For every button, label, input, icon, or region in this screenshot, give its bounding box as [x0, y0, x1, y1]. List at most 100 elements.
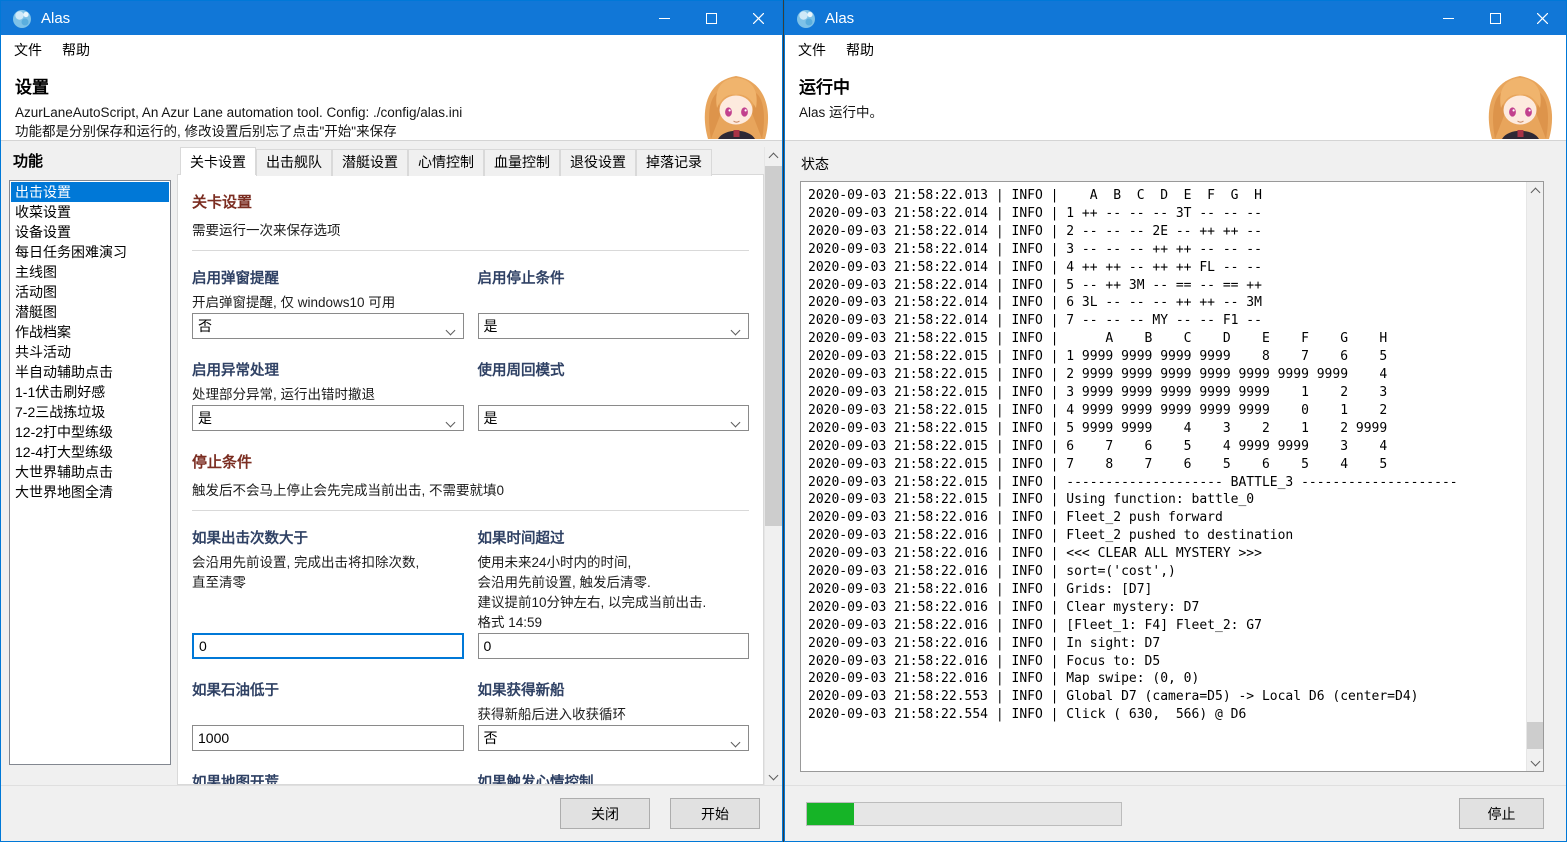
chevron-down-icon	[732, 736, 739, 752]
scroll-up-icon[interactable]	[1527, 182, 1544, 199]
dropdown-use-loop-mode[interactable]: 是	[478, 405, 750, 431]
menu-bar: 文件 帮助	[1, 35, 782, 65]
log-line: 2020-09-03 21:58:22.016 | INFO | Grids: …	[808, 581, 1523, 599]
form-section: 关卡设置需要运行一次来保存选项	[192, 191, 749, 251]
field-label: 如果时间超过	[478, 527, 750, 548]
log-line: 2020-09-03 21:58:22.015 | INFO | 5 9999 …	[808, 420, 1523, 438]
form-row: 如果出击次数大于会沿用先前设置, 完成出击将扣除次数, 直至清零 0 如果时间超过使…	[192, 527, 749, 659]
form-field-if-map-reach: 如果地图开荒	[192, 771, 464, 785]
sidebar-item[interactable]: 活动图	[11, 282, 169, 302]
sidebar-item[interactable]: 1-1伏击刷好感	[11, 382, 169, 402]
sidebar-item[interactable]: 7-2三战拣垃圾	[11, 402, 169, 422]
log-line: 2020-09-03 21:58:22.016 | INFO | Clear m…	[808, 599, 1523, 617]
sidebar-item[interactable]: 大世界地图全清	[11, 482, 169, 502]
scrollbar-thumb[interactable]	[1527, 722, 1544, 749]
dropdown-enable-error-handle[interactable]: 是	[192, 405, 464, 431]
field-label: 如果获得新船	[478, 679, 750, 700]
log-line: 2020-09-03 21:58:22.014 | INFO | 2 -- --…	[808, 223, 1523, 241]
sidebar-item[interactable]: 大世界辅助点击	[11, 462, 169, 482]
function-sidebar: 功能 出击设置收菜设置设备设置每日任务困难演习主线图活动图潜艇图作战档案共斗活动…	[1, 141, 177, 785]
log-line: 2020-09-03 21:58:22.015 | INFO | 3 9999 …	[808, 384, 1523, 402]
sidebar-item[interactable]: 半自动辅助点击	[11, 362, 169, 382]
maximize-button[interactable]	[1472, 1, 1519, 35]
input-if-time-reach[interactable]: 0	[478, 633, 750, 659]
close-settings-button[interactable]: 关闭	[560, 798, 650, 829]
form-area: 关卡设置需要运行一次来保存选项启用弹窗提醒开启弹窗提醒, 仅 windows10…	[177, 174, 764, 785]
tab-2[interactable]: 潜艇设置	[332, 149, 408, 176]
tab-6[interactable]: 掉落记录	[636, 149, 712, 176]
tab-5[interactable]: 退役设置	[560, 149, 636, 176]
form-field-use-loop-mode: 使用周回模式是	[478, 359, 750, 431]
section-title: 关卡设置	[192, 191, 749, 212]
field-label: 启用异常处理	[192, 359, 464, 380]
running-window: Alas 文件 帮助 运行中 Alas 运行中。 状态	[784, 0, 1567, 842]
sidebar-listbox[interactable]: 出击设置收菜设置设备设置每日任务困难演习主线图活动图潜艇图作战档案共斗活动半自动…	[9, 180, 171, 765]
scroll-up-icon[interactable]	[765, 147, 782, 164]
dropdown-enable-stop-condition[interactable]: 是	[478, 313, 750, 339]
sidebar-item[interactable]: 主线图	[11, 262, 169, 282]
log-line: 2020-09-03 21:58:22.013 | INFO | A B C D…	[808, 187, 1523, 205]
log-line: 2020-09-03 21:58:22.016 | INFO | Focus t…	[808, 653, 1523, 671]
sidebar-item[interactable]: 每日任务困难演习	[11, 242, 169, 262]
log-line: 2020-09-03 21:58:22.015 | INFO | 1 9999 …	[808, 348, 1523, 366]
menu-file[interactable]: 文件	[798, 40, 826, 60]
log-line: 2020-09-03 21:58:22.016 | INFO | Map swi…	[808, 670, 1523, 688]
close-button[interactable]	[735, 1, 782, 35]
sidebar-item[interactable]: 收菜设置	[11, 202, 169, 222]
sidebar-item[interactable]: 作战档案	[11, 322, 169, 342]
menu-help[interactable]: 帮助	[846, 40, 874, 60]
section-description: 需要运行一次来保存选项	[192, 219, 749, 239]
field-description: 使用未来24小时内的时间, 会沿用先前设置, 触发后清零. 建议提前10分钟左右…	[478, 553, 750, 633]
dropdown-value: 是	[484, 408, 498, 428]
sidebar-item[interactable]: 12-4打大型练级	[11, 442, 169, 462]
tab-1[interactable]: 出击舰队	[256, 149, 332, 176]
scroll-down-icon[interactable]	[1527, 754, 1544, 771]
header-description-1: AzurLaneAutoScript, An Azur Lane automat…	[15, 103, 690, 122]
log-line: 2020-09-03 21:58:22.014 | INFO | 1 ++ --…	[808, 205, 1523, 223]
field-label: 如果石油低于	[192, 679, 464, 700]
log-line: 2020-09-03 21:58:22.015 | INFO | 7 8 7 6…	[808, 456, 1523, 474]
settings-header: 设置 AzurLaneAutoScript, An Azur Lane auto…	[1, 65, 782, 141]
stop-button[interactable]: 停止	[1459, 798, 1544, 829]
dropdown-enable-popup[interactable]: 否	[192, 313, 464, 339]
form-field-if-count-greater: 如果出击次数大于会沿用先前设置, 完成出击将扣除次数, 直至清零 0	[192, 527, 464, 659]
tab-bar: 关卡设置出击舰队潜艇设置心情控制血量控制退役设置掉落记录	[177, 147, 764, 174]
start-button[interactable]: 开始	[670, 798, 760, 829]
log-line: 2020-09-03 21:58:22.015 | INFO | -------…	[808, 474, 1523, 492]
log-line: 2020-09-03 21:58:22.015 | INFO | Using f…	[808, 491, 1523, 509]
tab-3[interactable]: 心情控制	[408, 149, 484, 176]
dropdown-value: 是	[484, 316, 498, 336]
minimize-button[interactable]	[641, 1, 688, 35]
sidebar-item[interactable]: 12-2打中型练级	[11, 422, 169, 442]
form-field-if-oil-lower: 如果石油低于 1000	[192, 679, 464, 751]
sidebar-item[interactable]: 潜艇图	[11, 302, 169, 322]
log-line: 2020-09-03 21:58:22.016 | INFO | Fleet_2…	[808, 527, 1523, 545]
tab-4[interactable]: 血量控制	[484, 149, 560, 176]
running-footer: 停止	[785, 785, 1566, 841]
field-description: 处理部分异常, 运行出错时撤退	[192, 385, 464, 405]
character-avatar	[699, 69, 774, 139]
menu-file[interactable]: 文件	[14, 40, 42, 60]
log-scrollbar	[1526, 182, 1543, 771]
menu-help[interactable]: 帮助	[62, 40, 90, 60]
field-description: 会沿用先前设置, 完成出击将扣除次数, 直至清零	[192, 553, 464, 593]
tab-0[interactable]: 关卡设置	[180, 147, 256, 175]
sidebar-item[interactable]: 出击设置	[11, 182, 169, 202]
minimize-button[interactable]	[1425, 1, 1472, 35]
log-panel: 2020-09-03 21:58:22.013 | INFO | A B C D…	[800, 181, 1544, 772]
sidebar-item[interactable]: 共斗活动	[11, 342, 169, 362]
sidebar-item[interactable]: 设备设置	[11, 222, 169, 242]
maximize-button[interactable]	[688, 1, 735, 35]
field-label: 如果出击次数大于	[192, 527, 464, 548]
dropdown-value: 是	[198, 408, 212, 428]
menu-bar: 文件 帮助	[785, 35, 1566, 65]
input-if-count-greater[interactable]: 0	[192, 633, 464, 659]
running-body: 状态 2020-09-03 21:58:22.013 | INFO | A B …	[785, 141, 1566, 785]
log-line: 2020-09-03 21:58:22.016 | INFO | <<< CLE…	[808, 545, 1523, 563]
input-if-oil-lower[interactable]: 1000	[192, 725, 464, 751]
field-label: 如果触发心情控制	[478, 771, 750, 785]
close-button[interactable]	[1519, 1, 1566, 35]
scrollbar-thumb[interactable]	[765, 166, 782, 526]
scroll-down-icon[interactable]	[765, 768, 782, 785]
dropdown-if-get-new-ship[interactable]: 否	[478, 725, 750, 751]
